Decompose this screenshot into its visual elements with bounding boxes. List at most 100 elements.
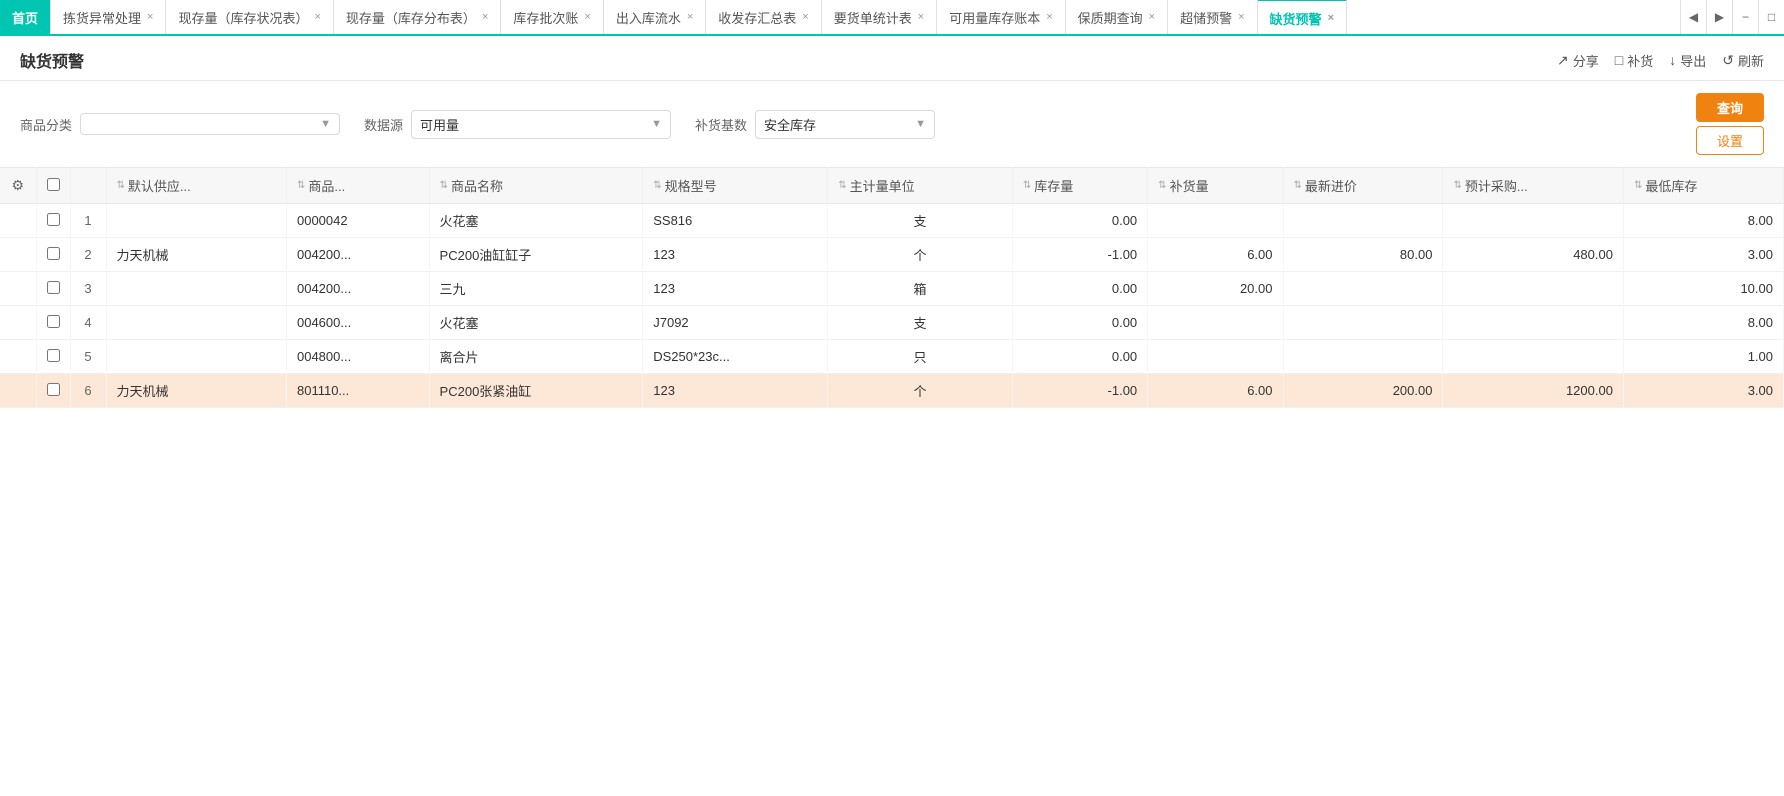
share-label: 分享 [1573,51,1599,70]
category-select[interactable]: ▼ [80,113,340,135]
table-row[interactable]: 5004800...离合片DS250*23c...只0.001.00 [0,340,1784,374]
nav-tab-close-inout-flow[interactable]: × [687,11,693,23]
nav-tab-close-batch-account[interactable]: × [584,11,590,23]
nav-tab-close-order-stats[interactable]: × [918,11,924,23]
td-stock: -1.00 [1012,238,1147,272]
td-min-stock: 8.00 [1623,204,1783,238]
nav-next-btn[interactable]: ▶ [1706,0,1732,35]
nav-tab-available-ledger[interactable]: 可用量库存账本× [937,0,1065,35]
nav-tab-inout-flow[interactable]: 出入库流水× [604,0,706,35]
td-supplier: 力天机械 [106,238,286,272]
table-container: ⚙ ⇅默认供应... ⇅商品... ⇅商品名称 ⇅规格型号 ⇅主计量单位 ⇅库存… [0,167,1784,408]
nav-tab-close-inventory-status[interactable]: × [314,11,320,23]
nav-tab-close-receive-summary[interactable]: × [802,11,808,23]
datasource-select[interactable]: 可用量 ▼ [411,110,671,139]
nav-prev-btn[interactable]: ◀ [1680,0,1706,35]
row-checkbox[interactable] [47,247,60,260]
th-gear[interactable]: ⚙ [0,168,36,204]
datasource-label: 数据源 [364,115,403,134]
th-stock[interactable]: ⇅库存量 [1012,168,1147,204]
td-index: 1 [70,204,106,238]
td-index: 2 [70,238,106,272]
nav-tab-inventory-dist[interactable]: 现存量（库存分布表）× [334,0,501,35]
replenish-base-chevron-icon: ▼ [915,118,926,130]
table-row[interactable]: 6力天机械801110...PC200张紧油缸123个-1.006.00200.… [0,374,1784,408]
nav-tab-expiry-query[interactable]: 保质期查询 × [1066,0,1168,35]
nav-tab-batch-account[interactable]: 库存批次账× [501,0,603,35]
replenish-base-select[interactable]: 安全库存 ▼ [755,110,935,139]
row-checkbox[interactable] [47,281,60,294]
replenish-label: 补货 [1627,51,1653,70]
select-all-checkbox[interactable] [47,178,60,191]
row-checkbox[interactable] [47,213,60,226]
th-supplier[interactable]: ⇅默认供应... [106,168,286,204]
nav-maximize-btn[interactable]: □ [1758,0,1784,35]
th-stock-label: 库存量 [1034,176,1073,195]
nav-tab-inventory-status[interactable]: 现存量（库存状况表）× [166,0,333,35]
th-checkbox[interactable] [36,168,70,204]
export-btn[interactable]: ↓ 导出 [1669,51,1706,70]
settings-button[interactable]: 设置 [1696,126,1764,155]
nav-tab-close-inventory-dist[interactable]: × [482,11,488,23]
td-product-code: 801110... [286,374,429,408]
table-row[interactable]: 4004600...火花塞J7092支0.008.00 [0,306,1784,340]
page-title: 缺货预警 [20,48,84,72]
th-product-name[interactable]: ⇅商品名称 [429,168,643,204]
td-supplier [106,272,286,306]
td-spec: J7092 [643,306,828,340]
td-product-name: 离合片 [429,340,643,374]
th-spec[interactable]: ⇅规格型号 [643,168,828,204]
replenish-base-filter-group: 补货基数 安全库存 ▼ [695,110,935,139]
td-unit: 只 [828,340,1013,374]
th-product-code[interactable]: ⇅商品... [286,168,429,204]
td-latest-price [1283,204,1443,238]
sort-icon-4: ⇅ [653,180,661,191]
table-row[interactable]: 2力天机械004200...PC200油缸缸子123个-1.006.0080.0… [0,238,1784,272]
nav-minimize-btn[interactable]: − [1732,0,1758,35]
th-latest-price[interactable]: ⇅最新进价 [1283,168,1443,204]
td-replenish [1148,340,1283,374]
td-est-purchase [1443,204,1623,238]
replenish-btn[interactable]: □ 补货 [1615,51,1653,70]
header-actions: ↗ 分享 □ 补货 ↓ 导出 ↺ 刷新 [1557,51,1764,70]
td-est-purchase [1443,340,1623,374]
replenish-base-select-value: 安全库存 [764,115,816,134]
nav-tab-receive-summary[interactable]: 收发存汇总表× [706,0,821,35]
th-unit-label: 主计量单位 [850,176,915,195]
nav-tab-order-stats[interactable]: 要货单统计表× [822,0,937,35]
table-row[interactable]: 3004200...三九123箱0.0020.0010.00 [0,272,1784,306]
td-product-code: 0000042 [286,204,429,238]
nav-tab-close-abnormal[interactable]: × [147,11,153,23]
nav-tab-close-available-ledger[interactable]: × [1046,11,1052,23]
td-product-name: 三九 [429,272,643,306]
td-latest-price [1283,272,1443,306]
nav-tab-label-abnormal: 拣货异常处理 [63,8,141,27]
th-replenish[interactable]: ⇅补货量 [1148,168,1283,204]
td-latest-price [1283,340,1443,374]
table-row[interactable]: 10000042火花塞SS816支0.008.00 [0,204,1784,238]
nav-tab-close-shortage[interactable]: × [1328,12,1334,24]
export-label: 导出 [1680,51,1706,70]
nav-tab-overstock[interactable]: 超储预警× [1168,0,1257,35]
refresh-btn[interactable]: ↺ 刷新 [1722,51,1764,70]
sort-icon-5: ⇅ [838,180,846,191]
th-unit[interactable]: ⇅ 主计量单位 [828,168,1013,204]
nav-tab-label-expiry-query: 保质期查询 [1078,8,1143,27]
row-checkbox[interactable] [47,349,60,362]
th-product-name-label: 商品名称 [451,176,503,195]
row-checkbox[interactable] [47,315,60,328]
td-cb [36,306,70,340]
td-latest-price: 80.00 [1283,238,1443,272]
nav-tab-close-expiry-query[interactable]: × [1149,11,1155,23]
th-est-purchase[interactable]: ⇅预计采购... [1443,168,1623,204]
nav-tab-abnormal[interactable]: 拣货异常处理 × [51,0,166,35]
share-btn[interactable]: ↗ 分享 [1557,51,1599,70]
nav-tab-shortage[interactable]: 缺货预警× [1258,0,1347,35]
nav-tab-close-overstock[interactable]: × [1238,11,1244,23]
td-product-code: 004800... [286,340,429,374]
top-nav: 首页拣货异常处理×现存量（库存状况表）×现存量（库存分布表）×库存批次账×出入库… [0,0,1784,36]
nav-tab-home[interactable]: 首页 [0,0,51,35]
query-button[interactable]: 查询 [1696,93,1764,122]
th-min-stock[interactable]: ⇅最低库存 [1623,168,1783,204]
row-checkbox[interactable] [47,383,60,396]
